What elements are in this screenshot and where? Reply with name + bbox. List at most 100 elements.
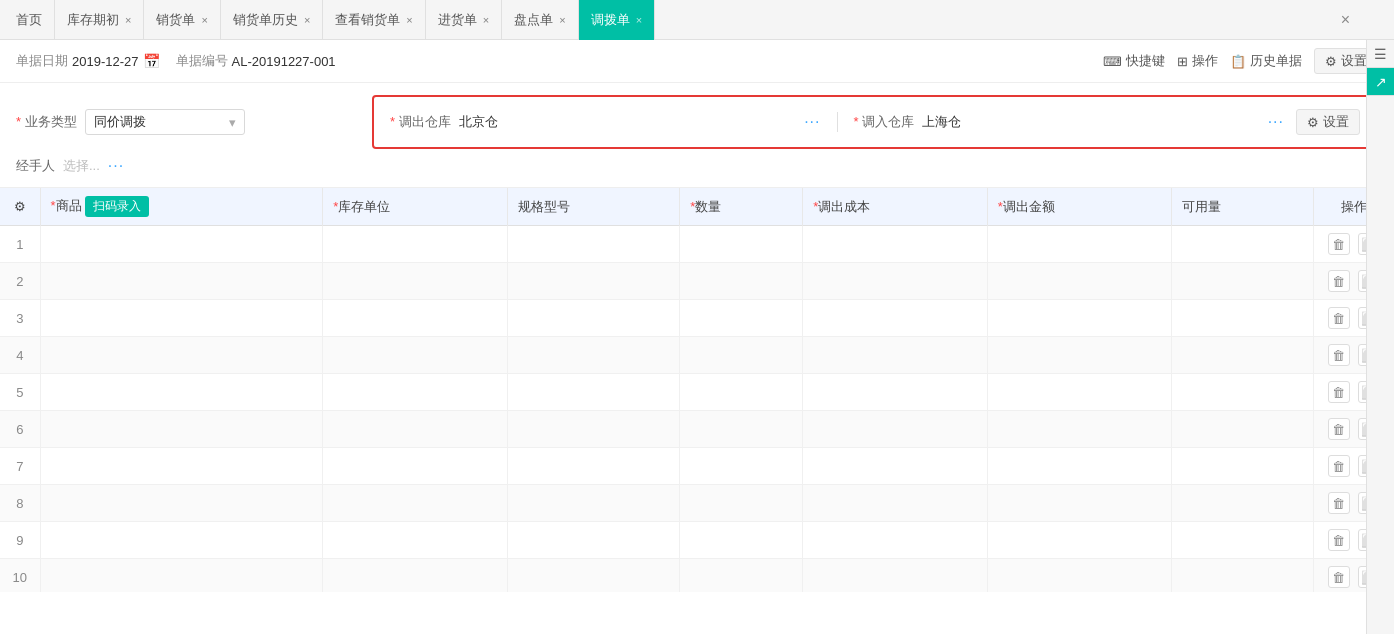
row-cost[interactable] (803, 263, 987, 300)
row-available[interactable] (1172, 485, 1314, 522)
row-cost[interactable] (803, 411, 987, 448)
row-cost[interactable] (803, 448, 987, 485)
delete-row-button[interactable]: 🗑 (1328, 307, 1350, 329)
row-amount[interactable] (987, 300, 1171, 337)
tab-sales-order[interactable]: 销货单 × (144, 0, 220, 40)
row-spec[interactable] (507, 226, 679, 263)
row-unit[interactable] (323, 411, 507, 448)
row-unit[interactable] (323, 522, 507, 559)
warehouse-out-value[interactable]: 北京仓 (459, 113, 796, 131)
row-amount[interactable] (987, 374, 1171, 411)
tab-inventory-check[interactable]: 盘点单 × (502, 0, 578, 40)
warehouse-in-more-button[interactable]: ··· (1268, 113, 1284, 131)
delete-row-button[interactable]: 🗑 (1328, 270, 1350, 292)
row-unit[interactable] (323, 374, 507, 411)
delete-row-button[interactable]: 🗑 (1328, 381, 1350, 403)
row-available[interactable] (1172, 559, 1314, 593)
delete-row-button[interactable]: 🗑 (1328, 566, 1350, 588)
row-qty[interactable] (680, 448, 803, 485)
row-qty[interactable] (680, 559, 803, 593)
row-cost[interactable] (803, 337, 987, 374)
row-amount[interactable] (987, 522, 1171, 559)
row-available[interactable] (1172, 226, 1314, 263)
row-goods[interactable] (40, 300, 323, 337)
tab-sales-history[interactable]: 销货单历史 × (221, 0, 323, 40)
row-amount[interactable] (987, 559, 1171, 593)
row-qty[interactable] (680, 226, 803, 263)
row-spec[interactable] (507, 485, 679, 522)
th-gear[interactable]: ⚙ (0, 188, 40, 226)
row-qty[interactable] (680, 337, 803, 374)
row-spec[interactable] (507, 411, 679, 448)
agent-placeholder[interactable]: 选择... (63, 157, 100, 175)
row-goods[interactable] (40, 485, 323, 522)
tab-purchase-order[interactable]: 进货单 × (426, 0, 502, 40)
row-qty[interactable] (680, 263, 803, 300)
row-amount[interactable] (987, 411, 1171, 448)
row-goods[interactable] (40, 448, 323, 485)
row-unit[interactable] (323, 485, 507, 522)
row-available[interactable] (1172, 522, 1314, 559)
row-goods[interactable] (40, 337, 323, 374)
sidebar-list-button[interactable]: ☰ (1367, 40, 1395, 68)
row-spec[interactable] (507, 263, 679, 300)
row-unit[interactable] (323, 263, 507, 300)
delete-row-button[interactable]: 🗑 (1328, 344, 1350, 366)
row-unit[interactable] (323, 337, 507, 374)
row-cost[interactable] (803, 226, 987, 263)
date-value[interactable]: 2019-12-27 (72, 54, 139, 69)
row-cost[interactable] (803, 300, 987, 337)
row-available[interactable] (1172, 337, 1314, 374)
delete-row-button[interactable]: 🗑 (1328, 492, 1350, 514)
row-goods[interactable] (40, 226, 323, 263)
row-spec[interactable] (507, 559, 679, 593)
row-amount[interactable] (987, 485, 1171, 522)
row-unit[interactable] (323, 300, 507, 337)
row-goods[interactable] (40, 522, 323, 559)
row-qty[interactable] (680, 300, 803, 337)
row-unit[interactable] (323, 448, 507, 485)
row-amount[interactable] (987, 263, 1171, 300)
row-available[interactable] (1172, 263, 1314, 300)
shortcuts-button[interactable]: ⌨ 快捷键 (1103, 52, 1165, 70)
row-qty[interactable] (680, 411, 803, 448)
sidebar-external-button[interactable]: ↗ (1367, 68, 1395, 96)
tab-inventory-check-close[interactable]: × (559, 14, 565, 26)
row-spec[interactable] (507, 337, 679, 374)
operations-button[interactable]: ⊞ 操作 (1177, 52, 1218, 70)
row-cost[interactable] (803, 522, 987, 559)
row-cost[interactable] (803, 559, 987, 593)
row-spec[interactable] (507, 448, 679, 485)
row-qty[interactable] (680, 485, 803, 522)
row-qty[interactable] (680, 374, 803, 411)
history-button[interactable]: 📋 历史单据 (1230, 52, 1302, 70)
close-all-tabs-button[interactable]: × (1329, 0, 1362, 40)
tab-view-sales[interactable]: 查看销货单 × (323, 0, 425, 40)
business-type-select[interactable]: 同价调拨 ▾ (85, 109, 245, 135)
row-amount[interactable] (987, 337, 1171, 374)
row-amount[interactable] (987, 226, 1171, 263)
row-unit[interactable] (323, 559, 507, 593)
tab-inventory-init[interactable]: 库存期初 × (55, 0, 144, 40)
row-goods[interactable] (40, 559, 323, 593)
row-cost[interactable] (803, 374, 987, 411)
row-amount[interactable] (987, 448, 1171, 485)
tab-view-sales-close[interactable]: × (406, 14, 412, 26)
row-qty[interactable] (680, 522, 803, 559)
row-cost[interactable] (803, 485, 987, 522)
row-spec[interactable] (507, 522, 679, 559)
row-spec[interactable] (507, 374, 679, 411)
delete-row-button[interactable]: 🗑 (1328, 455, 1350, 477)
warehouse-out-more-button[interactable]: ··· (804, 113, 820, 131)
delete-row-button[interactable]: 🗑 (1328, 529, 1350, 551)
row-available[interactable] (1172, 411, 1314, 448)
tab-transfer-order[interactable]: 调拨单 × (579, 0, 655, 40)
delete-row-button[interactable]: 🗑 (1328, 418, 1350, 440)
delete-row-button[interactable]: 🗑 (1328, 233, 1350, 255)
tab-transfer-order-close[interactable]: × (636, 14, 642, 26)
row-spec[interactable] (507, 300, 679, 337)
warehouse-settings-button[interactable]: ⚙ 设置 (1296, 109, 1360, 135)
warehouse-in-value[interactable]: 上海仓 (922, 113, 1259, 131)
tab-sales-history-close[interactable]: × (304, 14, 310, 26)
row-goods[interactable] (40, 374, 323, 411)
